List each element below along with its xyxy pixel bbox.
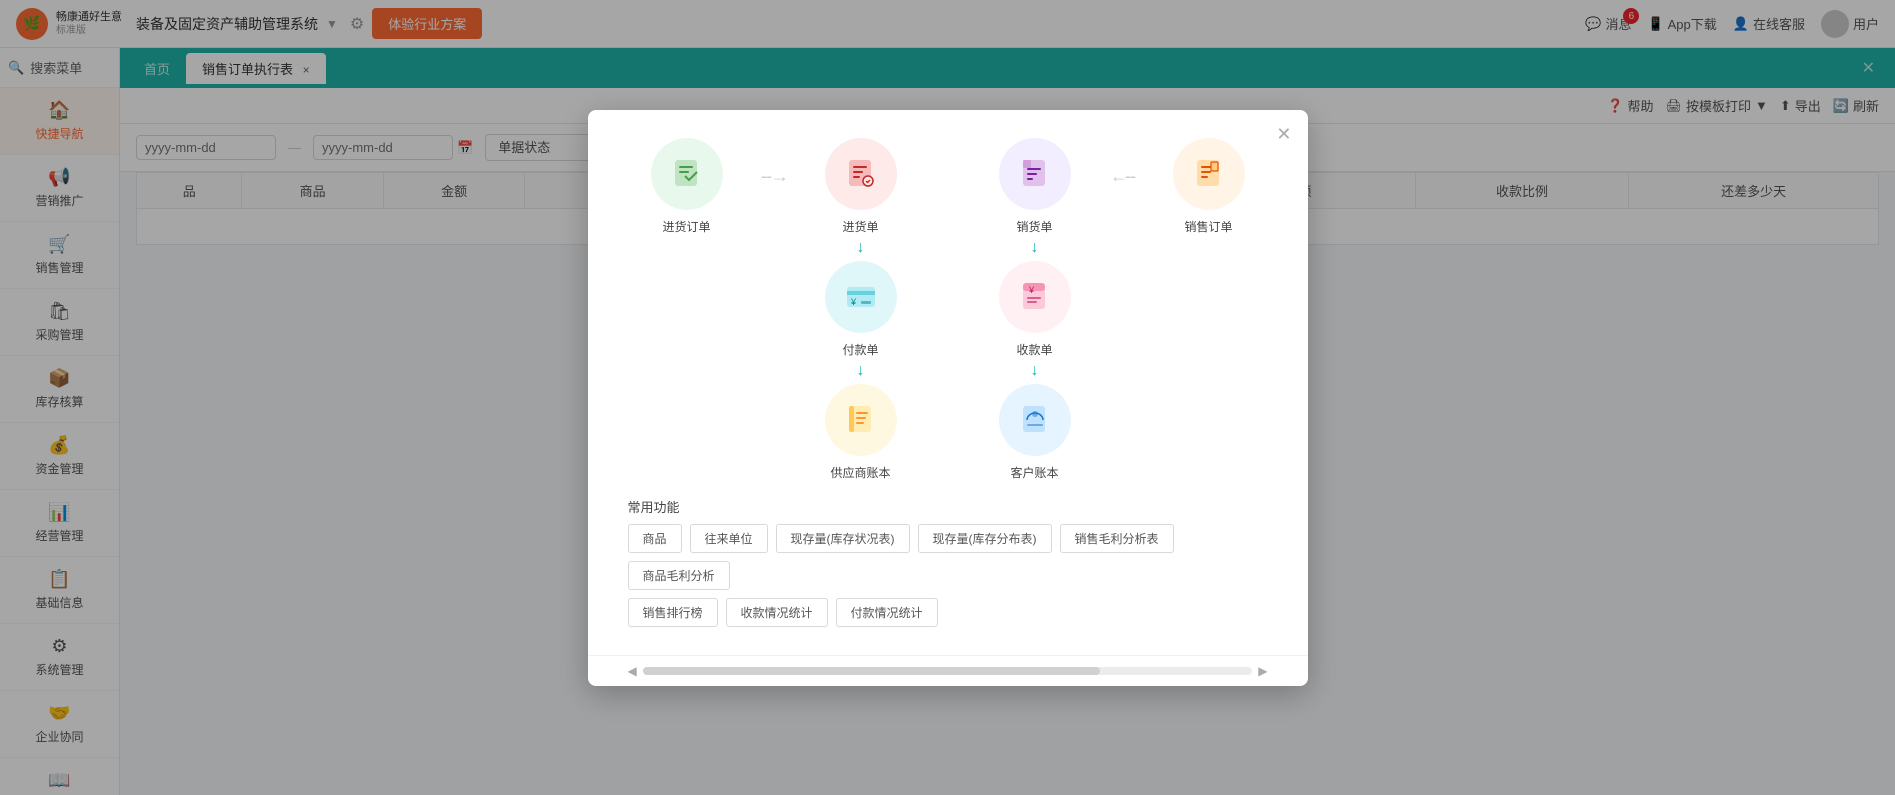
flow-payment-bill[interactable]: ¥ 付款单: [802, 261, 920, 358]
payment-bill-circle: ¥: [825, 261, 897, 333]
modal-v2-overlay[interactable]: ✕ 进货订单: [0, 0, 1895, 795]
flow-sales-order[interactable]: 销售订单: [1150, 138, 1268, 235]
quick-buttons-grid-2: 销售排行榜 收款情况统计 付款情况统计: [628, 598, 1268, 627]
flow-receipt-bill[interactable]: ¥ 收款单: [976, 261, 1094, 358]
qfunc-btn-4[interactable]: 销售毛利分析表: [1060, 524, 1174, 553]
quick-functions-title: 常用功能: [628, 497, 1268, 516]
modal-scrollbar: ◀ ▶: [588, 655, 1308, 686]
flow-sales-bill[interactable]: 销货单: [976, 138, 1094, 235]
scroll-left-arrow[interactable]: ◀: [628, 664, 637, 678]
scrollbar-track[interactable]: [643, 667, 1253, 675]
sales-bill-circle: [999, 138, 1071, 210]
purchase-order-circle: [651, 138, 723, 210]
down-arrow-sb: ↓: [976, 235, 1094, 261]
down-arrow-rec: ↓: [976, 358, 1094, 384]
flow-supplier-ledger[interactable]: 供应商账本: [802, 384, 920, 481]
purchase-bill-circle: [825, 138, 897, 210]
flow-diagram: 进货订单 - - →: [628, 138, 1268, 481]
receipt-bill-circle: ¥: [999, 261, 1071, 333]
flow-purchase-bill[interactable]: 进货单: [802, 138, 920, 235]
qfunc-btn-8[interactable]: 付款情况统计: [836, 598, 938, 627]
qfunc-btn-2[interactable]: 现存量(库存状况表): [776, 524, 910, 553]
supplier-ledger-circle: [825, 384, 897, 456]
qfunc-btn-0[interactable]: 商品: [628, 524, 682, 553]
quick-functions-section: 常用功能 商品 往来单位 现存量(库存状况表) 现存量(库存分布表) 销售毛利分…: [628, 497, 1268, 627]
modal-v2-close-button[interactable]: ✕: [1276, 124, 1291, 145]
arrow-so-to-sb: ←- -: [1094, 138, 1150, 187]
flow-customer-ledger[interactable]: 客户账本: [976, 384, 1094, 481]
down-arrow-pay: ↓: [802, 358, 920, 384]
qfunc-btn-7[interactable]: 收款情况统计: [726, 598, 828, 627]
arrow-po-to-pb: - - →: [746, 138, 802, 187]
modal-v2-body: 进货订单 - - →: [588, 110, 1308, 643]
flow-purchase-order[interactable]: 进货订单: [628, 138, 746, 235]
qfunc-btn-5[interactable]: 商品毛利分析: [628, 561, 730, 590]
modal-v2-dialog: ✕ 进货订单: [588, 110, 1308, 686]
scroll-right-arrow[interactable]: ▶: [1258, 664, 1267, 678]
qfunc-btn-1[interactable]: 往来单位: [690, 524, 768, 553]
customer-ledger-circle: [999, 384, 1071, 456]
svg-text:¥: ¥: [850, 297, 857, 307]
svg-text:¥: ¥: [1028, 285, 1035, 295]
qfunc-btn-3[interactable]: 现存量(库存分布表): [918, 524, 1052, 553]
sales-order-circle: [1173, 138, 1245, 210]
down-arrow-pb: ↓: [802, 235, 920, 261]
scrollbar-thumb: [643, 667, 1100, 675]
qfunc-btn-6[interactable]: 销售排行榜: [628, 598, 718, 627]
quick-buttons-grid: 商品 往来单位 现存量(库存状况表) 现存量(库存分布表) 销售毛利分析表 商品…: [628, 524, 1268, 590]
